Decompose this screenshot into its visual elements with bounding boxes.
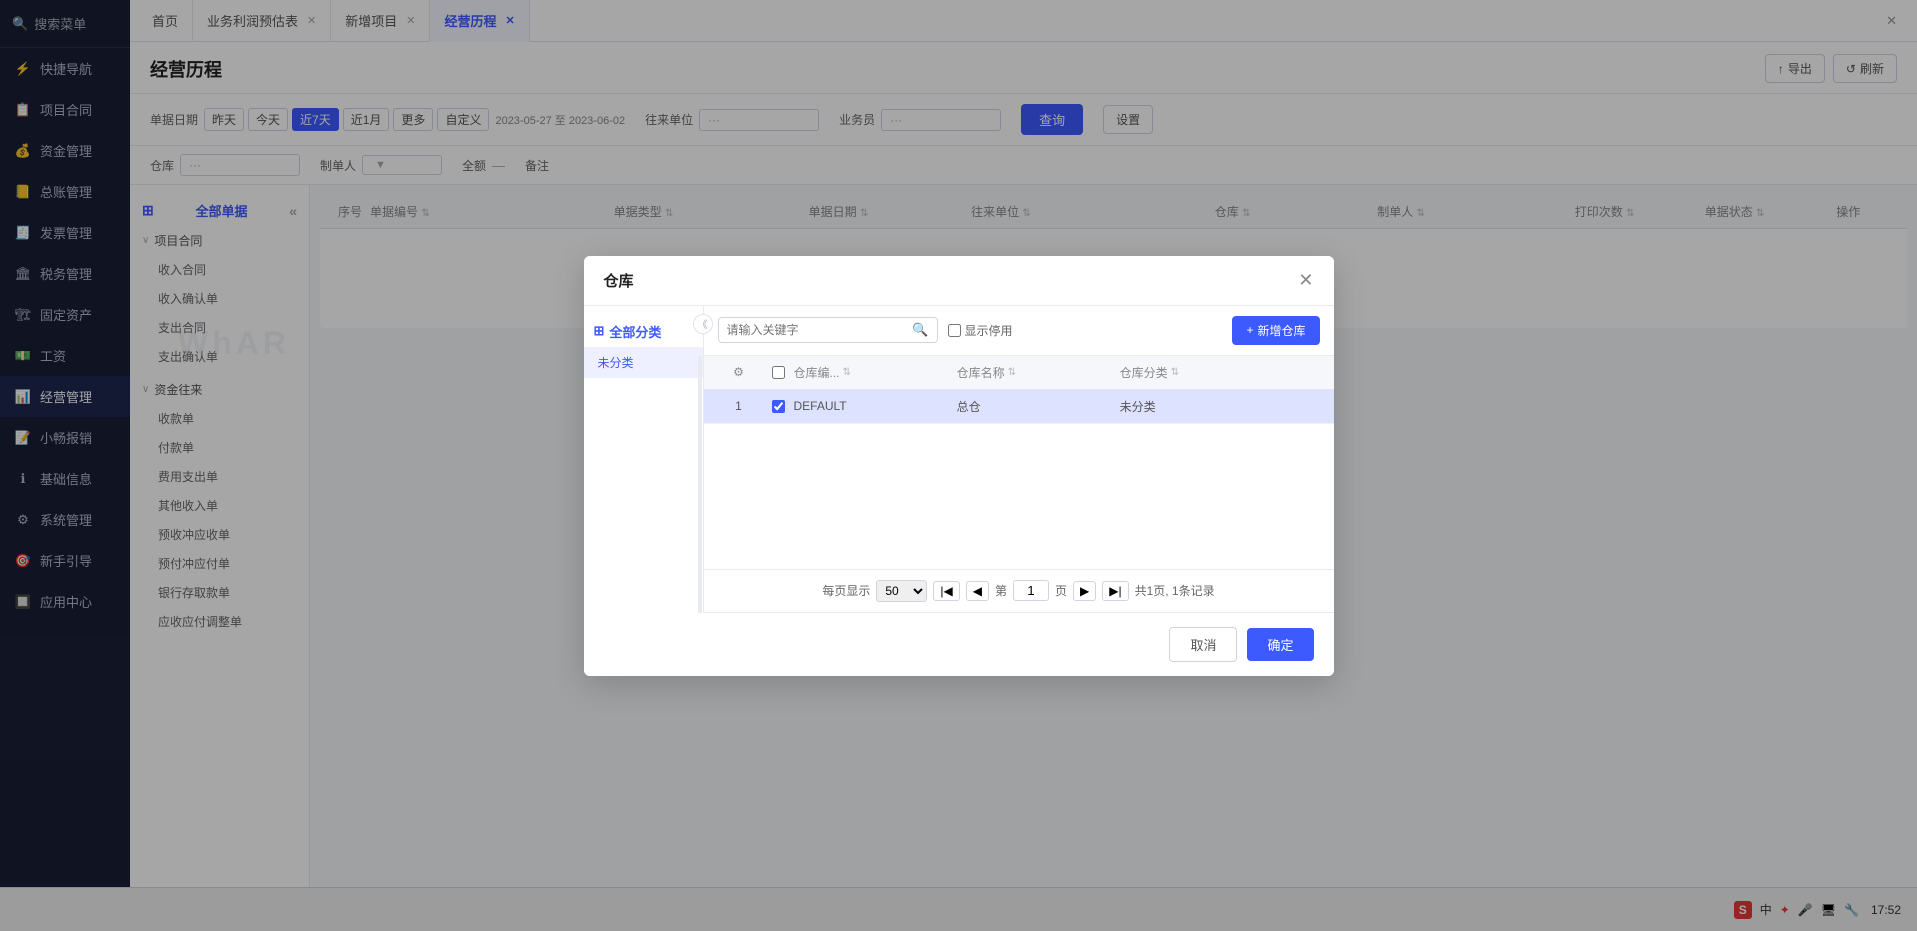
modal-select-all-checkbox[interactable] [772,366,785,379]
modal-overlay: 仓库 ✕ ⊞ 全部分类 《 未分类 [0,0,1917,931]
show-disabled-checkbox[interactable] [948,324,961,337]
modal-last-page-btn[interactable]: ▶| [1102,581,1128,601]
modal-next-page-btn[interactable]: ▶ [1073,581,1096,601]
modal-prev-page-btn[interactable]: ◀ [966,581,989,601]
row-name: 总仓 [957,398,1120,415]
show-disabled-label[interactable]: 显示停用 [948,322,1013,339]
modal-page-number-input[interactable] [1013,580,1049,601]
modal-toolbar: 🔍 显示停用 + 新增仓库 [704,306,1334,356]
modal-left-items: 未分类 [584,347,703,378]
modal-left-header[interactable]: ⊞ 全部分类 [584,316,703,347]
table-row[interactable]: 1 DEFAULT 总仓 未分类 [704,390,1334,424]
add-warehouse-button[interactable]: + 新增仓库 [1232,316,1319,345]
modal-page-suffix: 页 [1055,582,1067,599]
th-name-label: 仓库名称 [957,364,1005,381]
row-num: 1 [714,399,764,413]
modal-th-code[interactable]: 仓库编... ⇅ [794,364,957,381]
th-cat-label: 仓库分类 [1120,364,1168,381]
row-category: 未分类 [1120,398,1324,415]
all-category-icon: ⊞ [594,323,605,339]
modal-close-button[interactable]: ✕ [1298,270,1313,291]
modal-per-page-label: 每页显示 [822,582,870,599]
all-category-label: 全部分类 [609,322,661,341]
modal-right-panel: 🔍 显示停用 + 新增仓库 ⚙ [704,306,1334,613]
add-icon: + [1246,323,1253,337]
modal-table: ⚙ 仓库编... ⇅ 仓库名称 ⇅ 仓库分类 [704,356,1334,569]
row-checkbox[interactable] [772,400,785,413]
modal-pagination: 每页显示 50 100 |◀ ◀ 第 页 ▶ ▶| 共1页, 1条记录 [704,569,1334,613]
modal-total-text: 共1页, 1条记录 [1135,582,1215,599]
warehouse-modal: 仓库 ✕ ⊞ 全部分类 《 未分类 [584,256,1334,676]
modal-confirm-button[interactable]: 确定 [1247,628,1313,661]
modal-left-scrollbar[interactable] [698,356,702,613]
modal-body: ⊞ 全部分类 《 未分类 🔍 [584,306,1334,613]
modal-search-input[interactable] [727,323,908,337]
modal-header: 仓库 ✕ [584,256,1334,306]
modal-table-header: ⚙ 仓库编... ⇅ 仓库名称 ⇅ 仓库分类 [704,356,1334,390]
show-disabled-text: 显示停用 [965,322,1013,339]
modal-per-page-select[interactable]: 50 100 [876,580,927,602]
modal-search-icon: 🔍 [912,322,928,338]
add-warehouse-label: 新增仓库 [1257,322,1305,339]
modal-th-name[interactable]: 仓库名称 ⇅ [957,364,1120,381]
modal-th-check[interactable] [764,366,794,379]
cat-sort-icon: ⇅ [1171,367,1179,378]
row-check[interactable] [764,400,794,413]
modal-th-category[interactable]: 仓库分类 ⇅ [1120,364,1324,381]
modal-left-item[interactable]: 未分类 [584,347,703,378]
row-code: DEFAULT [794,399,957,413]
modal-left-collapse-btn[interactable]: 《 [693,314,713,334]
modal-page-label: 第 [995,582,1007,599]
modal-left-panel: ⊞ 全部分类 《 未分类 [584,306,704,613]
th-code-label: 仓库编... [794,364,840,381]
modal-search-box[interactable]: 🔍 [718,317,938,343]
code-sort-icon: ⇅ [843,367,851,378]
modal-title: 仓库 [604,270,634,291]
name-sort-icon: ⇅ [1008,367,1016,378]
modal-cancel-button[interactable]: 取消 [1169,627,1237,662]
modal-footer: 取消 确定 [584,613,1334,676]
modal-first-page-btn[interactable]: |◀ [933,581,959,601]
modal-th-gear[interactable]: ⚙ [714,365,764,379]
